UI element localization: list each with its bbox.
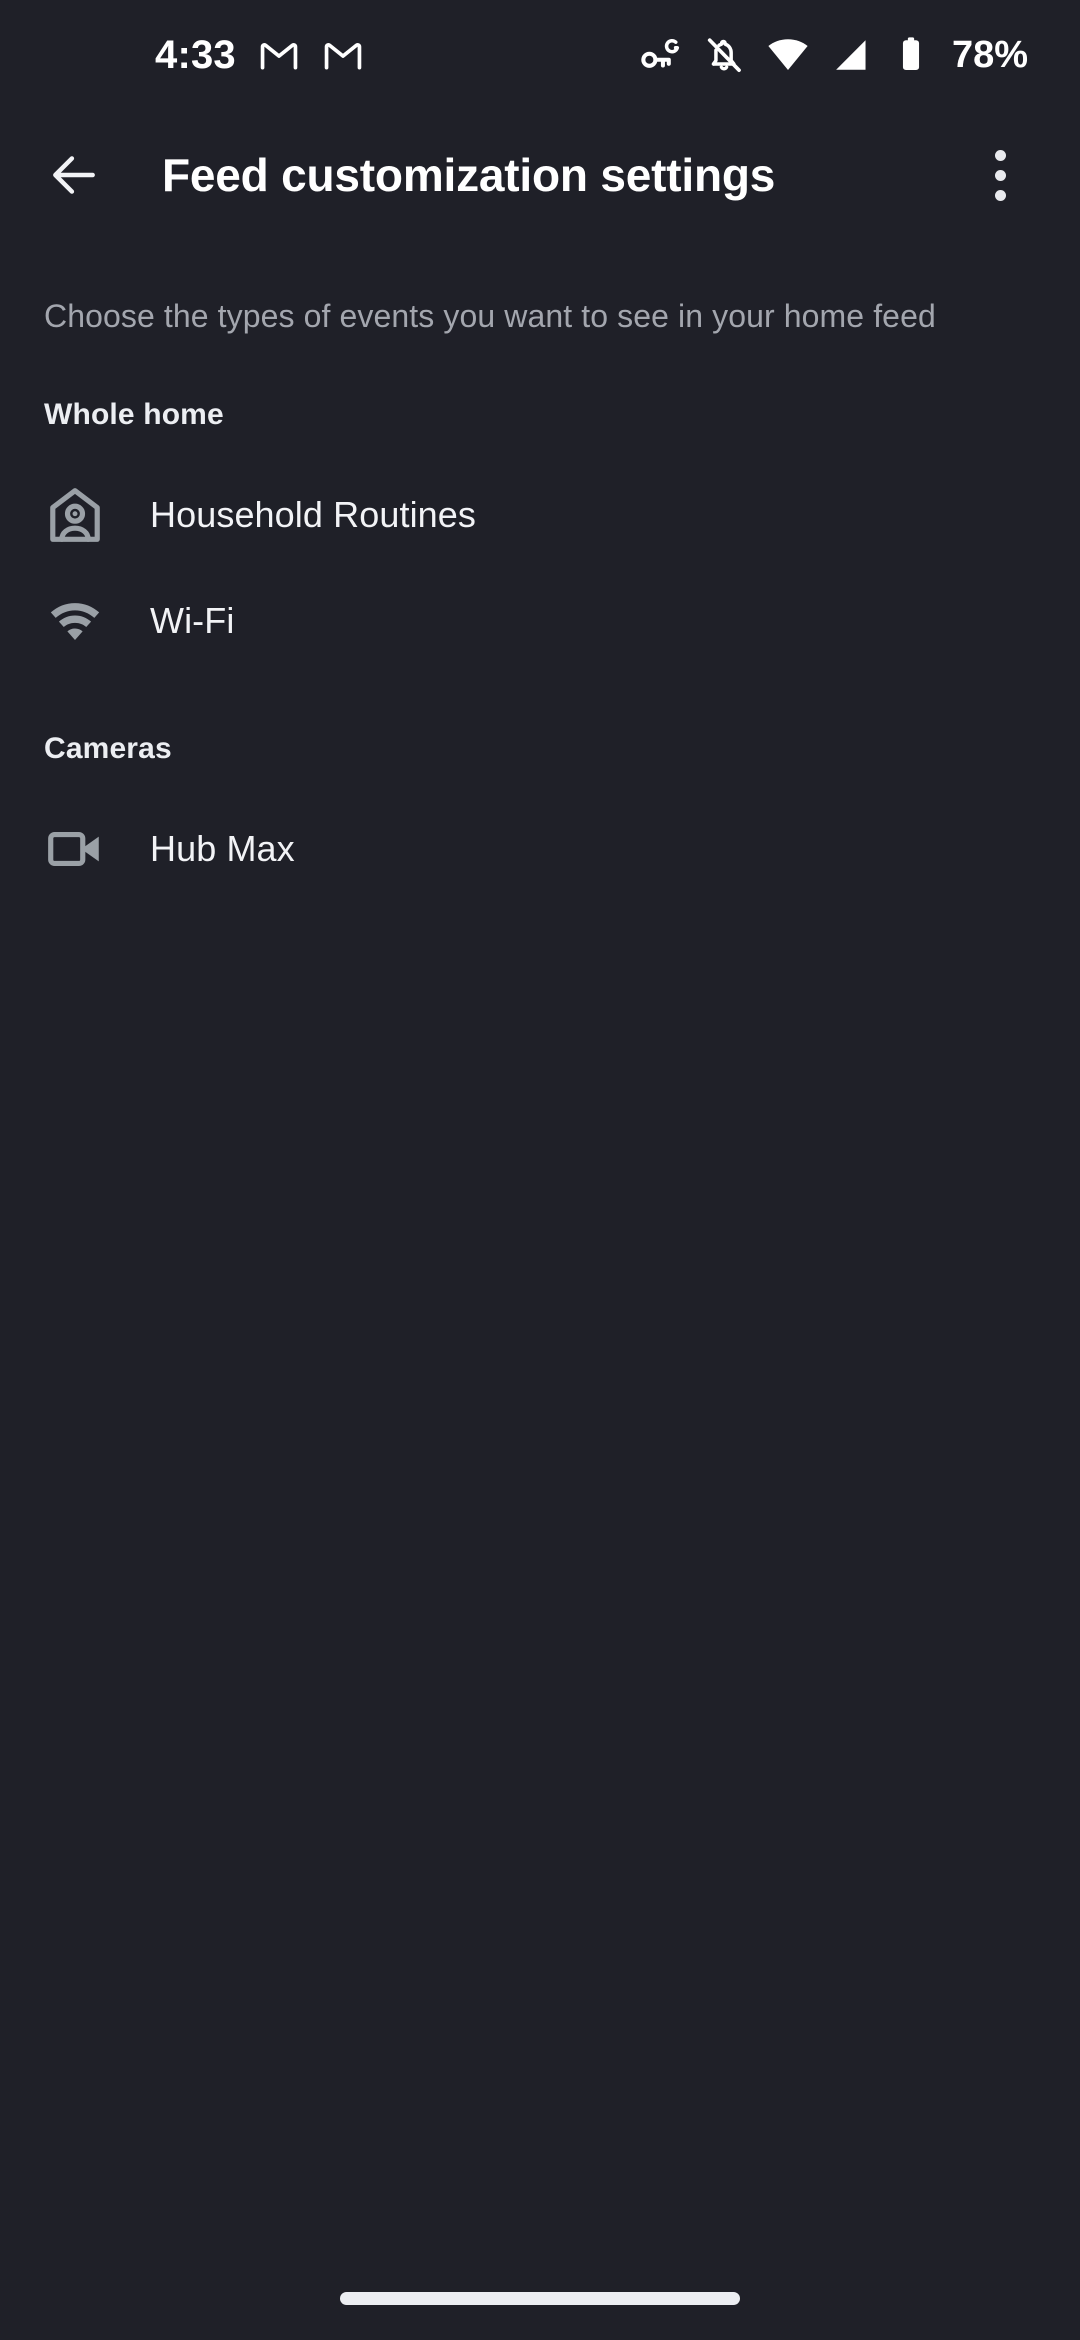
app-bar: Feed customization settings bbox=[0, 110, 1080, 240]
list-item-label: Wi-Fi bbox=[150, 600, 235, 641]
page-subtitle: Choose the types of events you want to s… bbox=[44, 298, 936, 334]
system-navigation-bar bbox=[0, 2256, 1080, 2340]
list-cameras: Hub Max bbox=[0, 796, 1080, 902]
battery-percent-label: 78% bbox=[951, 34, 1028, 76]
gmail-icon bbox=[324, 43, 362, 70]
gmail-icon bbox=[260, 43, 298, 70]
status-bar-right: 78% bbox=[638, 33, 1028, 77]
status-bar: 4:33 78% bbox=[0, 0, 1080, 110]
wifi-icon bbox=[44, 590, 106, 652]
page-title: Feed customization settings bbox=[162, 149, 776, 201]
home-gesture-pill[interactable] bbox=[340, 2291, 740, 2305]
battery-icon bbox=[902, 37, 919, 71]
list-item-wifi[interactable]: Wi-Fi bbox=[0, 568, 1080, 674]
list-item-label: Household Routines bbox=[150, 494, 477, 535]
wifi-icon bbox=[768, 39, 808, 71]
list-whole-home: Household Routines Wi-Fi bbox=[0, 462, 1080, 674]
list-item-label: Hub Max bbox=[150, 828, 295, 869]
arrow-back-icon bbox=[53, 156, 95, 194]
status-bar-clock: 4:33 bbox=[155, 33, 236, 77]
notifications-off-icon bbox=[707, 38, 741, 73]
settings-content: Choose the types of events you want to s… bbox=[0, 240, 1080, 2256]
list-item-household-routines[interactable]: Household Routines bbox=[0, 462, 1080, 568]
google-password-key-icon bbox=[641, 38, 680, 68]
feed-customization-settings-screen: 4:33 78% Feed customization settings Cho… bbox=[0, 0, 1080, 2340]
overflow-menu-button[interactable] bbox=[956, 131, 1044, 219]
section-header-whole-home: Whole home bbox=[44, 398, 224, 431]
back-button[interactable] bbox=[30, 131, 118, 219]
list-item-hub-max[interactable]: Hub Max bbox=[0, 796, 1080, 902]
household-routines-icon bbox=[44, 484, 106, 546]
cellular-signal-icon bbox=[836, 40, 866, 70]
section-header-cameras: Cameras bbox=[44, 732, 172, 765]
video-camera-icon bbox=[44, 818, 106, 880]
more-vert-icon bbox=[994, 149, 1006, 201]
status-bar-left: 4:33 bbox=[155, 34, 364, 76]
